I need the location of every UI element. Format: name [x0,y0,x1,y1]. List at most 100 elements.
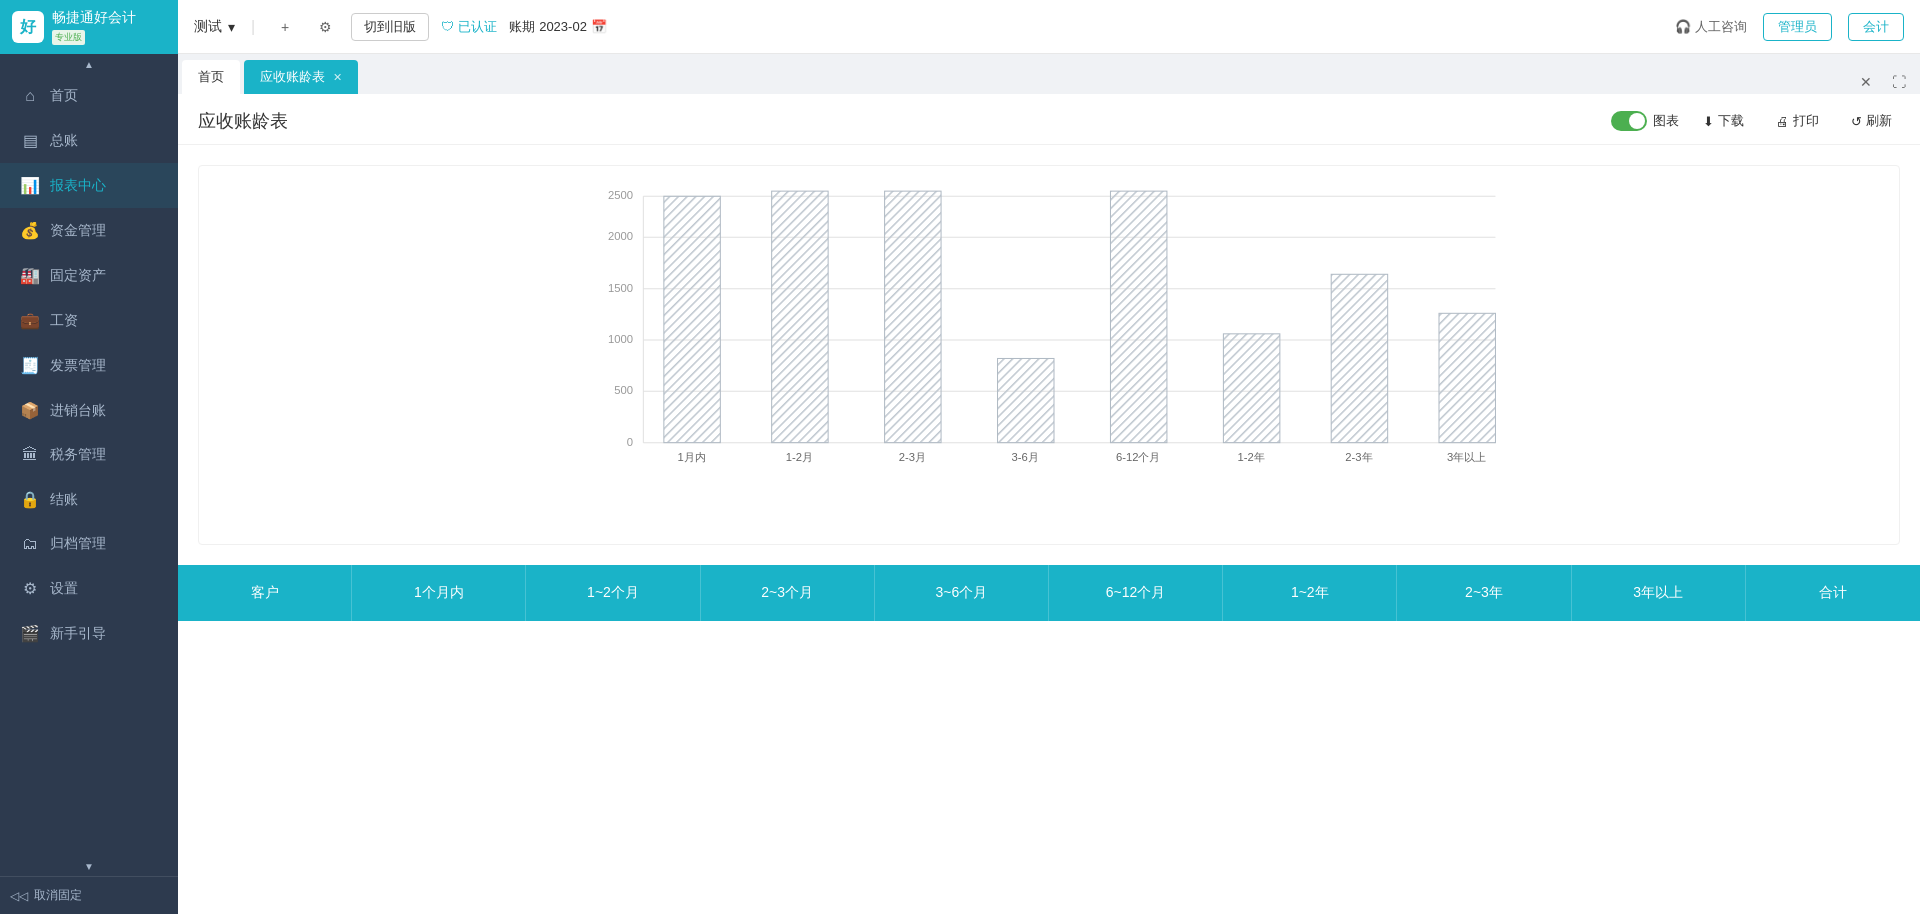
refresh-icon: ↺ [1851,114,1862,129]
role-button[interactable]: 会计 [1848,13,1904,41]
sidebar-label-assets: 固定资产 [50,267,106,285]
consult-label: 人工咨询 [1695,18,1747,36]
assets-icon: 🏭 [20,266,40,285]
logo-text-block: 畅捷通好会计 专业版 [52,9,136,45]
topbar: 测试 ▾ | + ⚙ 切到旧版 🛡 已认证 账期 2023-02 📅 🎧 人工咨… [178,0,1920,54]
headset-icon: 🎧 [1675,19,1691,34]
sidebar-label-funds: 资金管理 [50,222,106,240]
svg-text:3-6月: 3-6月 [1012,451,1039,463]
sidebar-item-reports[interactable]: 📊 报表中心 [0,163,178,208]
svg-text:2-3年: 2-3年 [1345,451,1372,463]
th-1~2个月: 1~2个月 [526,565,700,621]
expand-button[interactable]: ⛶ [1886,70,1912,94]
close-tab-button[interactable]: ✕ [1854,70,1878,94]
svg-text:2000: 2000 [608,230,633,242]
print-button[interactable]: 🖨 打印 [1768,108,1827,134]
period-value: 2023-02 [539,19,587,34]
svg-text:1-2年: 1-2年 [1237,451,1264,463]
sidebar-nav: ⌂ 首页 ▤ 总账 📊 报表中心 💰 资金管理 🏭 固定资产 💼 工资 🧾 发票… [0,74,178,856]
logo-icon: 好 [12,11,44,43]
svg-rect-16 [772,191,828,443]
consult-button[interactable]: 🎧 人工咨询 [1675,18,1747,36]
chart-container: 0 500 1000 1500 2000 2500 [178,145,1920,565]
scroll-up-btn[interactable]: ▲ [0,54,178,74]
sidebar-label-close: 结账 [50,491,78,509]
settings-icon: ⚙ [20,579,40,598]
print-label: 打印 [1793,112,1819,130]
sidebar-item-funds[interactable]: 💰 资金管理 [0,208,178,253]
invoice-icon: 🧾 [20,356,40,375]
svg-rect-20 [998,358,1054,442]
sidebar-item-guide[interactable]: 🎬 新手引导 [0,611,178,656]
reports-icon: 📊 [20,176,40,195]
sidebar-label-guide: 新手引导 [50,625,106,643]
tax-icon: 🏛 [20,446,40,464]
svg-text:2-3月: 2-3月 [899,451,926,463]
manager-button[interactable]: 管理员 [1763,13,1832,41]
th-客户: 客户 [178,565,352,621]
unpin-label: 取消固定 [34,887,82,904]
sidebar-item-settings[interactable]: ⚙ 设置 [0,566,178,611]
tab-home-label: 首页 [198,68,224,86]
tab-aging-label: 应收账龄表 [260,68,325,86]
sidebar-label-archive: 归档管理 [50,535,106,553]
main-area: 测试 ▾ | + ⚙ 切到旧版 🛡 已认证 账期 2023-02 📅 🎧 人工咨… [178,0,1920,914]
refresh-label: 刷新 [1866,112,1892,130]
gear-icon: ⚙ [319,19,332,35]
svg-text:3年以上: 3年以上 [1447,451,1486,463]
sidebar-item-purchase[interactable]: 📦 进销台账 [0,388,178,433]
sidebar-item-assets[interactable]: 🏭 固定资产 [0,253,178,298]
sidebar-item-close[interactable]: 🔒 结账 [0,477,178,522]
home-icon: ⌂ [20,87,40,105]
svg-text:1-2月: 1-2月 [786,451,813,463]
svg-text:500: 500 [614,384,633,396]
download-button[interactable]: ⬇ 下载 [1695,108,1752,134]
sidebar-item-invoice[interactable]: 🧾 发票管理 [0,343,178,388]
tab-home[interactable]: 首页 [182,60,240,94]
logo-badge: 专业版 [52,30,85,45]
svg-rect-28 [1439,313,1495,442]
ledger-icon: ▤ [20,131,40,150]
chart-toggle[interactable] [1611,111,1647,131]
tab-aging[interactable]: 应收账龄表 ✕ [244,60,358,94]
tabs-right-controls: ✕ ⛶ [1854,70,1920,94]
shield-icon: 🛡 [441,19,454,34]
page-header: 应收账龄表 图表 ⬇ 下载 🖨 打印 ↺ [178,94,1920,145]
refresh-button[interactable]: ↺ 刷新 [1843,108,1900,134]
th-1个月内: 1个月内 [352,565,526,621]
tab-close-icon[interactable]: ✕ [333,71,342,84]
svg-text:0: 0 [627,436,633,448]
sidebar-label-ledger: 总账 [50,132,78,150]
svg-text:1500: 1500 [608,282,633,294]
manager-label: 管理员 [1778,19,1817,34]
th-2~3年: 2~3年 [1397,565,1571,621]
download-label: 下载 [1718,112,1744,130]
period-selector[interactable]: 账期 2023-02 📅 [509,18,607,36]
sidebar-label-purchase: 进销台账 [50,402,106,420]
table-header: 客户1个月内1~2个月2~3个月3~6个月6~12个月1~2年2~3年3年以上合… [178,565,1920,621]
certified-badge: 🛡 已认证 [441,18,497,36]
unpin-footer[interactable]: ◁◁ 取消固定 [0,876,178,914]
th-6~12个月: 6~12个月 [1049,565,1223,621]
settings-button[interactable]: ⚙ [311,13,339,41]
old-version-button[interactable]: 切到旧版 [351,13,429,41]
sidebar-label-invoice: 发票管理 [50,357,106,375]
sidebar-item-ledger[interactable]: ▤ 总账 [0,118,178,163]
sidebar-label-tax: 税务管理 [50,446,106,464]
scroll-down-btn[interactable]: ▼ [0,856,178,876]
project-selector[interactable]: 测试 ▾ [194,18,235,36]
logo-name: 畅捷通好会计 [52,9,136,26]
th-1~2年: 1~2年 [1223,565,1397,621]
sidebar-item-archive[interactable]: 🗂 归档管理 [0,522,178,566]
payroll-icon: 💼 [20,311,40,330]
sidebar-item-home[interactable]: ⌂ 首页 [0,74,178,118]
sidebar-item-payroll[interactable]: 💼 工资 [0,298,178,343]
sidebar-logo: 好 畅捷通好会计 专业版 [0,0,178,54]
add-button[interactable]: + [271,13,299,41]
th-3年以上: 3年以上 [1572,565,1746,621]
topbar-divider1: | [251,18,255,36]
old-version-label: 切到旧版 [364,19,416,34]
svg-text:6-12个月: 6-12个月 [1116,451,1161,463]
certified-text: 已认证 [458,18,497,36]
sidebar-item-tax[interactable]: 🏛 税务管理 [0,433,178,477]
